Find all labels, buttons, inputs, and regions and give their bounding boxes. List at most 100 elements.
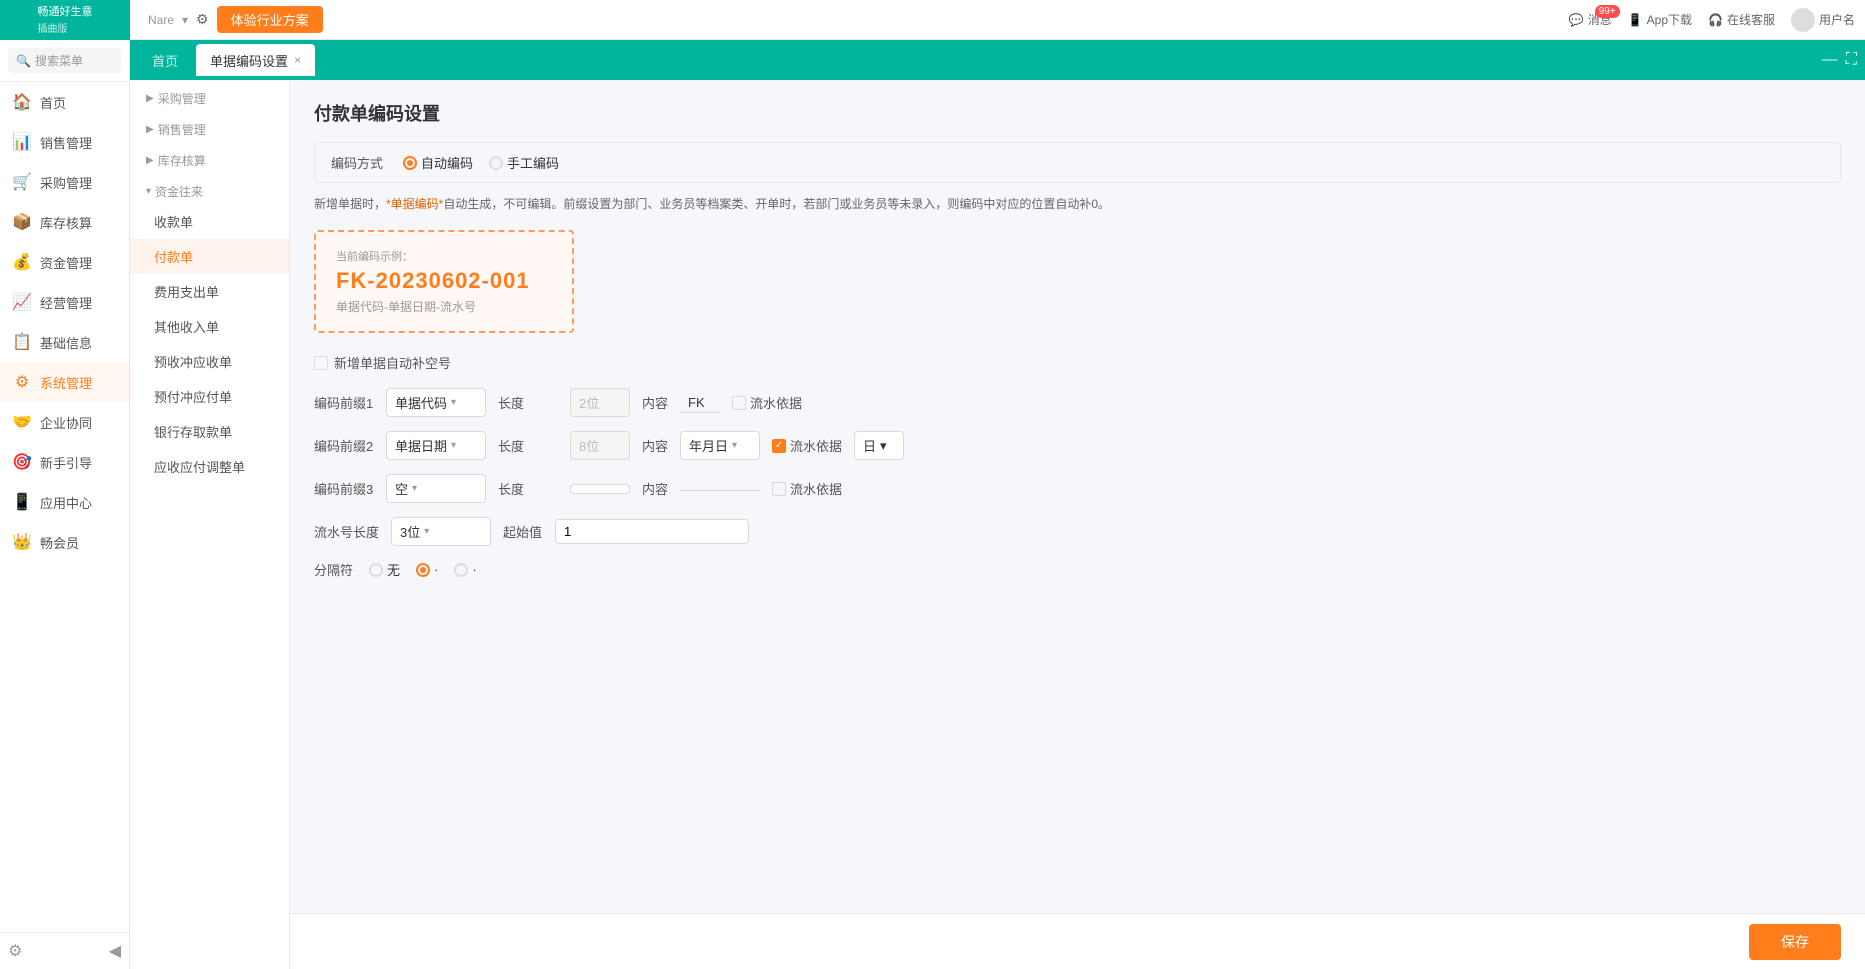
app-download-button[interactable]: 📱 App下载 (1628, 11, 1692, 28)
serial1-checkbox[interactable] (732, 396, 746, 410)
sep-dot1-radio[interactable]: · (416, 562, 438, 577)
sidebar-item-system[interactable]: ⚙ 系统管理 (0, 362, 129, 402)
left-nav-item-payment[interactable]: 付款单 (130, 239, 289, 274)
sep-dot1-dot[interactable] (416, 563, 430, 577)
sidebar-item-home[interactable]: 🏠 首页 (0, 82, 129, 122)
guide-icon: 🎯 (12, 452, 32, 472)
manual-encode-radio[interactable]: 手工编码 (489, 153, 559, 172)
messages-button[interactable]: 💬 消息 99+ (1569, 11, 1612, 28)
content2-value: 年月日 (689, 436, 728, 455)
encode-radio-group: 自动编码 手工编码 (403, 153, 559, 172)
code-preview-hint: 当前编码示例： (336, 248, 552, 264)
settings-footer-icon[interactable]: ⚙ (8, 941, 22, 961)
sidebar-item-purchase[interactable]: 🛒 采购管理 (0, 162, 129, 202)
sidebar-item-apps[interactable]: 📱 应用中心 (0, 482, 129, 522)
sidebar-item-vip[interactable]: 👑 畅会员 (0, 522, 129, 562)
tab-close-icon[interactable]: × (294, 53, 301, 67)
app-icon: 📱 (1628, 13, 1643, 27)
sidebar-search[interactable]: 🔍 搜索菜单 (0, 40, 129, 82)
sidebar-item-guide[interactable]: 🎯 新手引导 (0, 442, 129, 482)
manual-encode-dot[interactable] (489, 156, 503, 170)
auto-encode-dot[interactable] (403, 156, 417, 170)
separator-row: 分隔符 无 · · (314, 560, 1841, 579)
sep-none-radio[interactable]: 无 (369, 560, 400, 579)
user-avatar (1791, 8, 1815, 32)
left-nav-group-inventory[interactable]: ▶ 库存核算 (130, 142, 289, 173)
username: 用户名 (1819, 11, 1855, 28)
serial-length-arrow: ▾ (424, 526, 429, 537)
prefix2-select[interactable]: 单据日期 ▾ (386, 431, 486, 460)
auto-encode-label: 自动编码 (421, 153, 473, 172)
left-nav-item-advance-offset[interactable]: 预付冲应付单 (130, 379, 289, 414)
left-nav-item-bank[interactable]: 银行存取款单 (130, 414, 289, 449)
serial2-checkbox[interactable]: ✓ (772, 439, 786, 453)
auto-encode-radio[interactable]: 自动编码 (403, 153, 473, 172)
length3-input[interactable] (570, 484, 630, 494)
arrow-icon-sales: ▶ (146, 124, 154, 135)
minimize-icon[interactable]: — (1822, 51, 1838, 69)
start-value-label: 起始值 (503, 522, 543, 541)
sep-dot2-dot[interactable] (454, 563, 468, 577)
vip-icon: 👑 (12, 532, 32, 552)
settings-icon[interactable]: ⚙ (196, 11, 209, 28)
sep-dot2-label: · (472, 562, 476, 577)
prefix1-label: 编码前缀1 (314, 393, 374, 412)
sidebar-label-inventory: 库存核算 (40, 213, 92, 232)
online-service-label: 在线客服 (1727, 11, 1775, 28)
left-nav-group-purchase[interactable]: ▶ 采购管理 (130, 80, 289, 111)
day-select[interactable]: 日 ▾ (854, 431, 904, 460)
tab-encode-label: 单据编码设置 (210, 51, 288, 70)
tab-home[interactable]: 首页 (138, 44, 192, 76)
auto-fill-row: 新增单据自动补空号 (314, 353, 1841, 372)
user-profile[interactable]: 用户名 (1791, 8, 1855, 32)
sidebar-item-sales[interactable]: 📊 销售管理 (0, 122, 129, 162)
left-nav-group-sales[interactable]: ▶ 销售管理 (130, 111, 289, 142)
encode-mode-label: 编码方式 (331, 153, 383, 172)
prefix-row-2: 编码前缀2 单据日期 ▾ 长度 8位 内容 年月日 ▾ ✓ 流水依据 日 ▾ (314, 431, 1841, 460)
left-nav-item-expense[interactable]: 费用支出单 (130, 274, 289, 309)
chevron-down-icon[interactable]: ▾ (182, 13, 188, 27)
left-nav-group-capital[interactable]: ▾ 资金往来 (130, 173, 289, 204)
sidebar-item-collab[interactable]: 🤝 企业协同 (0, 402, 129, 442)
prefix3-select[interactable]: 空 ▾ (386, 474, 486, 503)
left-nav-item-prepay-offset[interactable]: 预收冲应收单 (130, 344, 289, 379)
save-button[interactable]: 保存 (1749, 924, 1841, 960)
prefix3-value: 空 (395, 479, 408, 498)
sales-icon: 📊 (12, 132, 32, 152)
search-menu-button[interactable]: 🔍 搜索菜单 (8, 48, 121, 73)
collapse-icon[interactable]: ◀ (109, 941, 121, 961)
top-bar-right: 💬 消息 99+ 📱 App下载 🎧 在线客服 用户名 (1569, 8, 1855, 32)
left-nav-item-receipt[interactable]: 收款单 (130, 204, 289, 239)
length3-label: 长度 (498, 479, 558, 498)
sidebar-item-finance[interactable]: 💰 资金管理 (0, 242, 129, 282)
content2-select[interactable]: 年月日 ▾ (680, 431, 760, 460)
encode-mode-section: 编码方式 自动编码 手工编码 (314, 142, 1841, 183)
online-service-button[interactable]: 🎧 在线客服 (1708, 11, 1775, 28)
code-preview-box: 当前编码示例： FK-20230602-001 单据代码-单据日期-流水号 (314, 230, 574, 333)
sidebar-item-basic[interactable]: 📋 基础信息 (0, 322, 129, 362)
maximize-icon[interactable]: ⛶ (1846, 51, 1857, 69)
prefix1-select[interactable]: 单据代码 ▾ (386, 388, 486, 417)
content1-label: 内容 (642, 393, 668, 412)
length1-label: 长度 (498, 393, 558, 412)
tab-encode-settings[interactable]: 单据编码设置 × (196, 44, 315, 76)
sidebar-label-basic: 基础信息 (40, 333, 92, 352)
content-area: 付款单编码设置 编码方式 自动编码 手工编码 新增单据时，*单据编码*自动生成，… (290, 80, 1865, 969)
start-value-input[interactable] (555, 519, 749, 544)
sidebar-item-operations[interactable]: 📈 经营管理 (0, 282, 129, 322)
sidebar-label-apps: 应用中心 (40, 493, 92, 512)
left-nav-item-adjustment[interactable]: 应收应付调整单 (130, 449, 289, 484)
sep-dot2-radio[interactable]: · (454, 562, 476, 577)
serial-length-select[interactable]: 3位 ▾ (391, 517, 491, 546)
sidebar-item-inventory[interactable]: 📦 库存核算 (0, 202, 129, 242)
sep-none-dot[interactable] (369, 563, 383, 577)
left-nav-item-other-income[interactable]: 其他收入单 (130, 309, 289, 344)
system-icon: ⚙ (12, 372, 32, 392)
sidebar-label-guide: 新手引导 (40, 453, 92, 472)
trial-button[interactable]: 体验行业方案 (217, 6, 323, 33)
content2-label: 内容 (642, 436, 668, 455)
serial3-checkbox-row: 流水依据 (772, 479, 842, 498)
auto-fill-checkbox[interactable] (314, 356, 328, 370)
sidebar-label-operations: 经营管理 (40, 293, 92, 312)
serial3-checkbox[interactable] (772, 482, 786, 496)
